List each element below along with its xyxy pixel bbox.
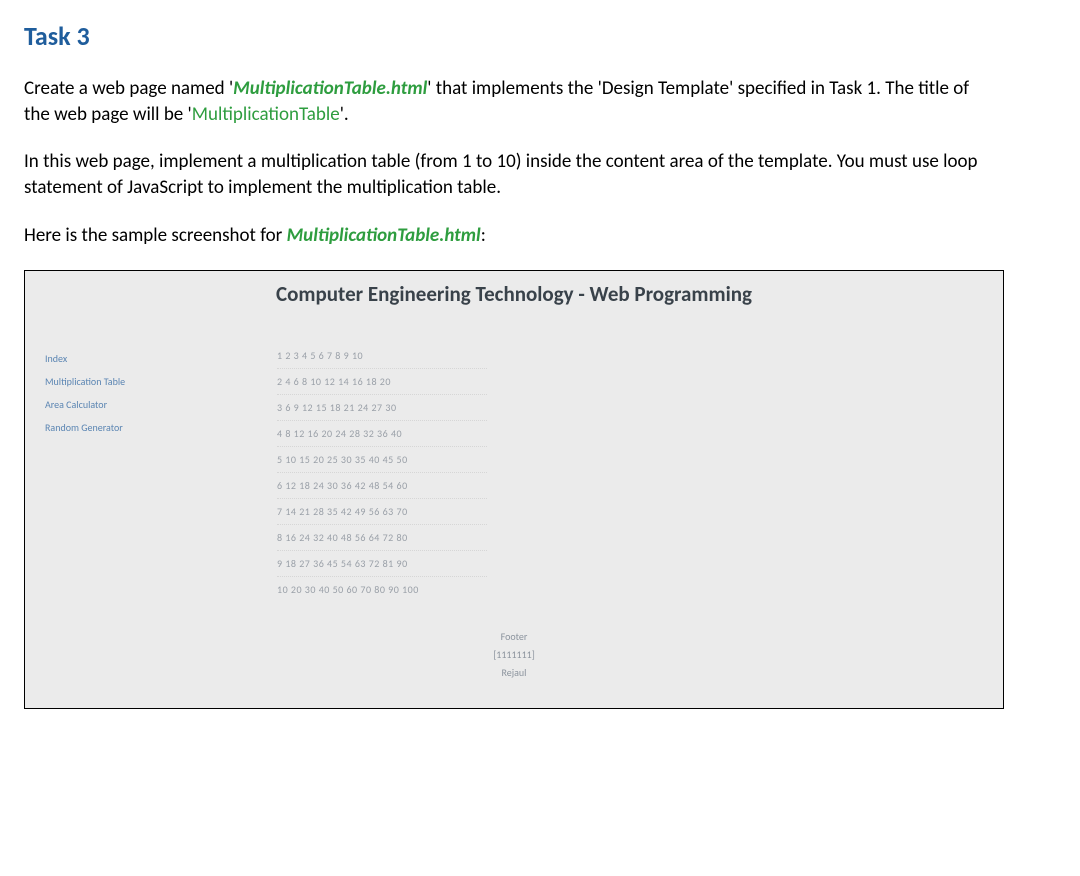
footer-line-2: [1111111] — [25, 646, 1003, 664]
page-header: Computer Engineering Technology - Web Pr… — [25, 271, 1003, 343]
task-paragraph-3: Here is the sample screenshot for Multip… — [24, 223, 984, 249]
sidebar-item-random[interactable]: Random Generator — [35, 416, 235, 439]
page-footer: Footer [1111111] Rejaul — [25, 612, 1003, 708]
task-paragraph-2: In this web page, implement a multiplica… — [24, 149, 984, 200]
mult-row: 7 14 21 28 35 42 49 56 63 70 — [277, 499, 487, 525]
p1-pagetitle: MultiplicationTable — [192, 103, 340, 126]
rendered-page: Computer Engineering Technology - Web Pr… — [25, 271, 1003, 708]
p3-filename: MultiplicationTable.html — [287, 224, 481, 247]
p1-filename: MultiplicationTable.html — [233, 77, 427, 100]
task-paragraph-1: Create a web page named 'MultiplicationT… — [24, 76, 984, 127]
sidebar-item-index[interactable]: Index — [35, 347, 235, 370]
page-body: Index Multiplication Table Area Calculat… — [25, 343, 1003, 612]
mult-row: 5 10 15 20 25 30 35 40 45 50 — [277, 447, 487, 473]
p1-pre: Create a web page named ' — [24, 77, 233, 100]
mult-row: 3 6 9 12 15 18 21 24 27 30 — [277, 395, 487, 421]
sidebar-item-area[interactable]: Area Calculator — [35, 393, 235, 416]
p1-post: '. — [340, 103, 349, 126]
sidebar-nav: Index Multiplication Table Area Calculat… — [35, 343, 235, 443]
task-title: Task 3 — [24, 20, 1056, 52]
content-area: 1 2 3 4 5 6 7 8 9 10 2 4 6 8 10 12 14 16… — [235, 343, 993, 602]
mult-row: 8 16 24 32 40 48 56 64 72 80 — [277, 525, 487, 551]
mult-row: 4 8 12 16 20 24 28 32 36 40 — [277, 421, 487, 447]
p3-post: : — [481, 224, 486, 247]
sidebar-item-multiplication[interactable]: Multiplication Table — [35, 370, 235, 393]
p3-pre: Here is the sample screenshot for — [24, 224, 287, 247]
footer-line-1: Footer — [25, 628, 1003, 646]
page-header-title: Computer Engineering Technology - Web Pr… — [276, 281, 752, 307]
mult-row: 2 4 6 8 10 12 14 16 18 20 — [277, 369, 487, 395]
mult-row: 10 20 30 40 50 60 70 80 90 100 — [277, 577, 487, 602]
mult-row: 6 12 18 24 30 36 42 48 54 60 — [277, 473, 487, 499]
mult-row: 9 18 27 36 45 54 63 72 81 90 — [277, 551, 487, 577]
footer-line-3: Rejaul — [25, 664, 1003, 682]
sample-screenshot: Computer Engineering Technology - Web Pr… — [24, 270, 1004, 709]
mult-row: 1 2 3 4 5 6 7 8 9 10 — [277, 343, 487, 369]
